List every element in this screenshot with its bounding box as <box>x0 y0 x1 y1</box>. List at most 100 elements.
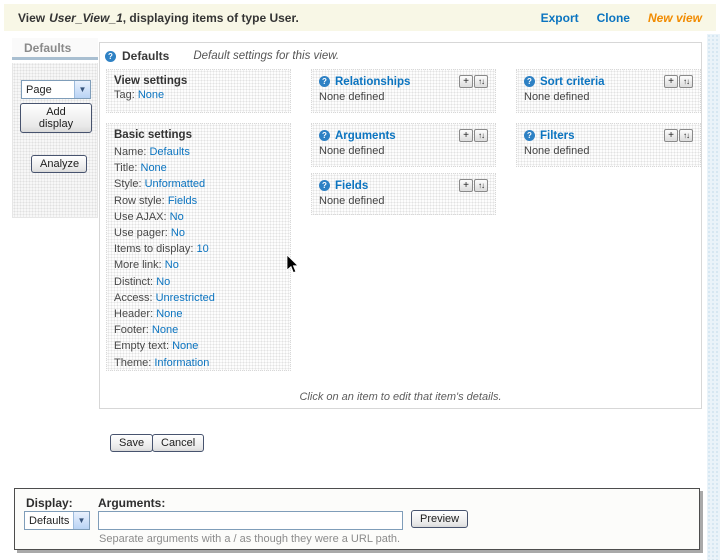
help-icon[interactable]: ? <box>105 50 116 62</box>
new-view-link[interactable]: New view <box>648 11 702 25</box>
panel-title: Defaults <box>122 49 170 63</box>
setting-row-empty-text: Empty text: None <box>114 338 283 354</box>
filters-box: ? Filters + ↑↓ None defined <box>516 123 701 167</box>
setting-value-link[interactable]: None <box>156 308 182 320</box>
fields-header: ? Fields + ↑↓ <box>319 179 488 192</box>
cancel-button[interactable]: Cancel <box>152 434 205 452</box>
rearrange-button[interactable]: ↑↓ <box>679 75 693 88</box>
help-icon[interactable]: ? <box>319 76 330 87</box>
setting-row-row-style: Row style: Fields <box>114 193 283 209</box>
section-buttons: + ↑↓ <box>458 179 488 192</box>
setting-label: Use pager: <box>114 227 168 240</box>
setting-value-link[interactable]: No <box>156 276 170 288</box>
export-link[interactable]: Export <box>541 11 579 25</box>
setting-value-link[interactable]: No <box>171 227 185 239</box>
help-icon[interactable]: ? <box>524 76 535 87</box>
arguments-title-link[interactable]: Arguments <box>335 130 396 142</box>
tab-defaults[interactable]: Defaults <box>12 38 98 60</box>
arguments-help-text: Separate arguments with a / as though th… <box>99 533 401 545</box>
setting-label: Row style: <box>114 194 165 207</box>
edit-hint-note: Click on an item to edit that item's det… <box>299 391 502 403</box>
analyze-button[interactable]: Analyze <box>31 155 87 173</box>
help-icon[interactable]: ? <box>524 130 535 141</box>
setting-row-theme: Theme: Information <box>114 355 283 371</box>
setting-label: Use AJAX: <box>114 210 167 223</box>
fields-title-link[interactable]: Fields <box>335 180 368 192</box>
add-item-button[interactable]: + <box>459 179 473 192</box>
help-icon[interactable]: ? <box>319 130 330 141</box>
add-item-button[interactable]: + <box>459 129 473 142</box>
view-settings-title: View settings <box>114 75 188 87</box>
setting-value-link[interactable]: Defaults <box>149 146 189 158</box>
setting-value-link[interactable]: None <box>152 324 178 336</box>
setting-label: Header: <box>114 308 154 321</box>
page-title: View User_View_1, displaying items of typ… <box>18 11 299 25</box>
filters-header: ? Filters + ↑↓ <box>524 129 693 142</box>
setting-label: Tag: <box>114 89 135 101</box>
page-title-prefix: View <box>18 10 46 25</box>
arguments-input[interactable] <box>98 511 403 530</box>
setting-value-link[interactable]: No <box>165 259 179 271</box>
setting-value-link[interactable]: Fields <box>168 195 197 207</box>
fields-status: None defined <box>319 195 385 207</box>
setting-label: Title: <box>114 162 138 175</box>
panel-header: ? Defaults Default settings for this vie… <box>105 49 339 63</box>
setting-value-link[interactable]: Information <box>154 357 209 369</box>
display-label: Display: <box>26 496 73 510</box>
setting-label: Items to display: <box>114 243 194 256</box>
setting-label: Empty text: <box>114 340 170 353</box>
add-display-button[interactable]: Add display <box>20 103 92 133</box>
add-item-button[interactable]: + <box>459 75 473 88</box>
basic-settings-title: Basic settings <box>114 129 192 141</box>
section-buttons: + ↑↓ <box>458 75 488 88</box>
header-links: Export Clone New view <box>523 11 702 25</box>
filters-status: None defined <box>524 145 590 157</box>
setting-row-items: Items to display: 10 <box>114 241 283 257</box>
sort-criteria-header: ? Sort criteria + ↑↓ <box>524 75 693 88</box>
save-button[interactable]: Save <box>110 434 154 452</box>
rearrange-button[interactable]: ↑↓ <box>474 75 488 88</box>
relationships-status: None defined <box>319 91 385 103</box>
setting-row-more-link: More link: No <box>114 257 283 273</box>
chevron-down-icon: ▼ <box>73 512 89 529</box>
rearrange-button[interactable]: ↑↓ <box>474 179 488 192</box>
clone-link[interactable]: Clone <box>597 11 630 25</box>
help-icon[interactable]: ? <box>319 180 330 191</box>
section-buttons: + ↑↓ <box>458 129 488 142</box>
arguments-label: Arguments: <box>98 496 166 510</box>
setting-row-title: Title: None <box>114 160 283 176</box>
add-item-button[interactable]: + <box>664 129 678 142</box>
relationships-header: ? Relationships + ↑↓ <box>319 75 488 88</box>
setting-row-name: Name: Defaults <box>114 144 283 160</box>
relationships-title-link[interactable]: Relationships <box>335 76 410 88</box>
setting-row-use-ajax: Use AJAX: No <box>114 209 283 225</box>
setting-row-tag: Tag: None <box>114 87 283 103</box>
display-type-select[interactable]: Page ▼ <box>21 80 91 99</box>
rearrange-button[interactable]: ↑↓ <box>474 129 488 142</box>
basic-settings-header: Basic settings <box>114 129 283 141</box>
setting-value-link[interactable]: 10 <box>197 243 209 255</box>
setting-value-link[interactable]: Unformatted <box>145 178 206 190</box>
sort-criteria-status: None defined <box>524 91 590 103</box>
page-title-suffix: , displaying items of type User. <box>122 10 299 25</box>
sort-criteria-title-link[interactable]: Sort criteria <box>540 76 605 88</box>
add-item-button[interactable]: + <box>664 75 678 88</box>
setting-value-link[interactable]: None <box>172 340 198 352</box>
setting-label: More link: <box>114 259 162 272</box>
rearrange-button[interactable]: ↑↓ <box>679 129 693 142</box>
setting-label: Access: <box>114 291 153 304</box>
arguments-status: None defined <box>319 145 385 157</box>
preview-panel: Display: Arguments: Defaults ▼ Preview S… <box>14 488 700 550</box>
setting-row-use-pager: Use pager: No <box>114 225 283 241</box>
setting-value-link[interactable]: None <box>138 89 164 101</box>
preview-display-select[interactable]: Defaults ▼ <box>24 511 90 530</box>
setting-row-access: Access: Unrestricted <box>114 290 283 306</box>
filters-title-link[interactable]: Filters <box>540 130 575 142</box>
setting-value-link[interactable]: No <box>170 211 184 223</box>
setting-label: Theme: <box>114 356 152 369</box>
preview-button[interactable]: Preview <box>411 510 469 528</box>
setting-value-link[interactable]: Unrestricted <box>156 292 215 304</box>
view-name: User_View_1 <box>49 10 123 25</box>
fields-box: ? Fields + ↑↓ None defined <box>311 173 496 215</box>
setting-value-link[interactable]: None <box>141 162 167 174</box>
